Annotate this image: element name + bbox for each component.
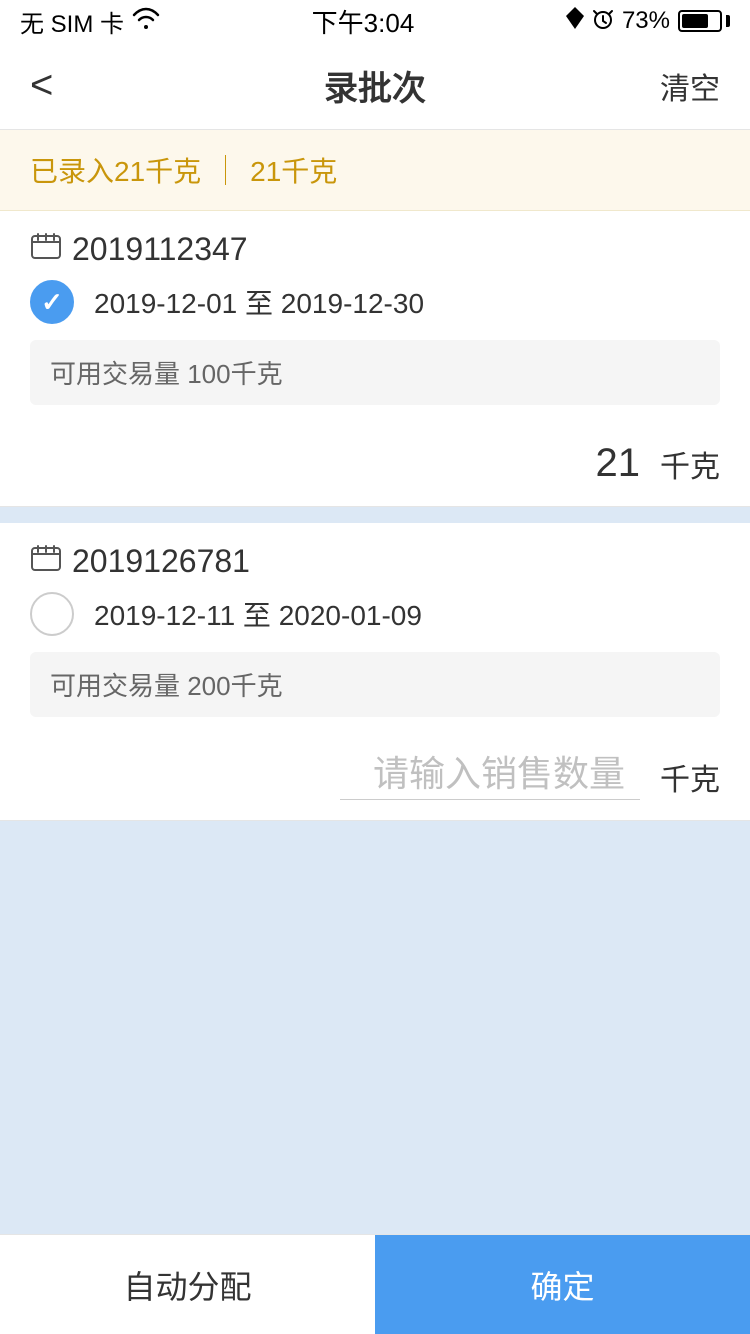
batch-available-2: 可用交易量 200千克 <box>30 652 720 717</box>
summary-bar: 已录入21千克 21千克 <box>0 130 750 211</box>
batch-checkbox-1[interactable] <box>30 280 74 324</box>
batch-available-1: 可用交易量 100千克 <box>30 340 720 405</box>
batch-date-row-1: 2019-12-01 至 2019-12-30 <box>30 280 720 324</box>
battery-percent: 73% <box>622 7 670 35</box>
bottom-spacer <box>0 821 750 1281</box>
batch-item-2: 2019126781 2019-12-11 至 2020-01-09 可用交易量… <box>0 523 750 821</box>
summary-total: 21千克 <box>250 150 337 190</box>
quantity-area-1: 21 千克 <box>0 425 750 507</box>
auto-distribute-button[interactable]: 自动分配 <box>0 1235 375 1334</box>
batch-icon-1 <box>30 232 62 268</box>
confirm-button[interactable]: 确定 <box>375 1235 750 1334</box>
batch-date-row-2: 2019-12-11 至 2020-01-09 <box>30 592 720 636</box>
quantity-area-2: 千克 <box>0 737 750 821</box>
quantity-input-2[interactable] <box>340 753 640 800</box>
status-bar-time: 下午3:04 <box>312 3 415 40</box>
back-button[interactable]: < <box>30 63 90 108</box>
summary-divider <box>225 155 226 185</box>
nav-bar: < 录批次 清空 <box>0 42 750 130</box>
carrier-text: 无 SIM 卡 <box>20 4 124 39</box>
status-bar: 无 SIM 卡 下午3:04 73% <box>0 0 750 42</box>
page-title: 录批次 <box>324 61 426 110</box>
quantity-value-1: 21 <box>596 441 641 486</box>
quantity-unit-2: 千克 <box>660 755 720 799</box>
alarm-icon <box>592 7 614 36</box>
batch-id-row-1: 2019112347 <box>30 231 720 268</box>
batch-icon-2 <box>30 544 62 580</box>
batch-id-row-2: 2019126781 <box>30 543 720 580</box>
batch-item-1: 2019112347 2019-12-01 至 2019-12-30 可用交易量… <box>0 211 750 507</box>
batch-date-1: 2019-12-01 至 2019-12-30 <box>94 282 424 322</box>
summary-recorded: 已录入21千克 <box>30 150 201 190</box>
batch-checkbox-2[interactable] <box>30 592 74 636</box>
batch-id-2: 2019126781 <box>72 543 250 580</box>
clear-button[interactable]: 清空 <box>660 64 720 108</box>
status-bar-right: 73% <box>566 7 730 36</box>
status-bar-left: 无 SIM 卡 <box>20 4 160 39</box>
section-separator <box>0 507 750 523</box>
quantity-unit-1: 千克 <box>660 442 720 486</box>
battery-icon <box>678 10 730 32</box>
wifi-icon <box>132 7 160 36</box>
bottom-buttons: 自动分配 确定 <box>0 1234 750 1334</box>
batch-date-2: 2019-12-11 至 2020-01-09 <box>94 594 422 634</box>
location-icon <box>566 7 584 36</box>
batch-id-1: 2019112347 <box>72 231 248 268</box>
